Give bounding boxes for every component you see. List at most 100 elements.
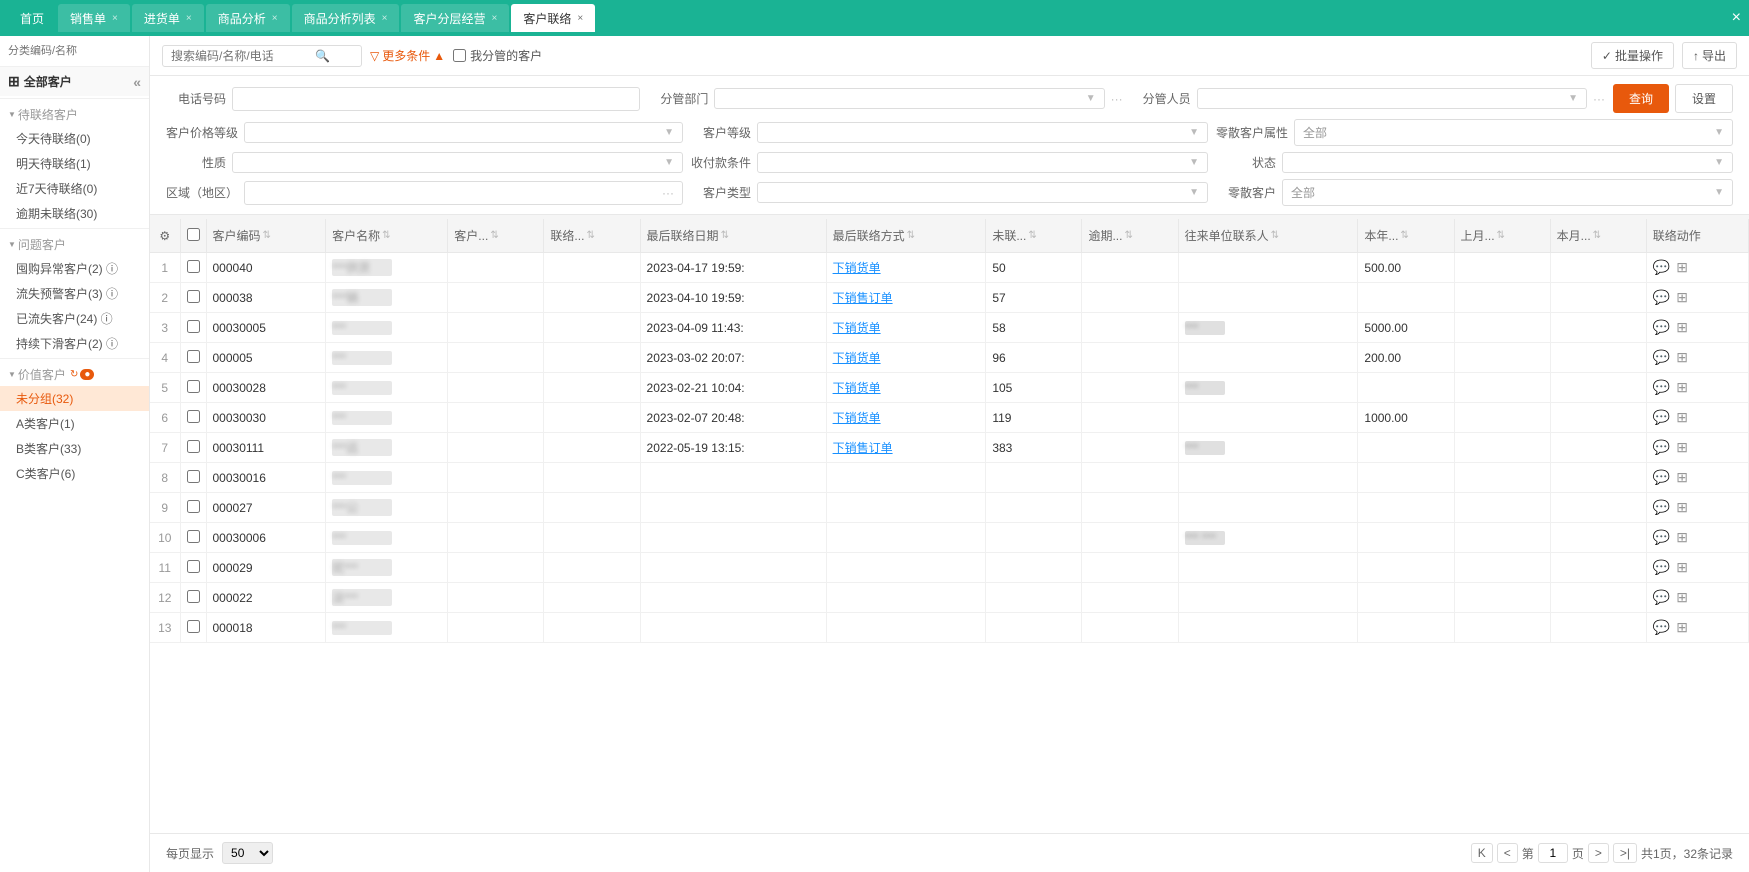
grid-action-icon-7[interactable]: ⊞ [1676, 469, 1688, 486]
row-checkbox-7[interactable] [187, 470, 200, 483]
collapse-icon[interactable]: « [133, 74, 141, 90]
tab-product-analysis-list[interactable]: 商品分析列表 × [292, 4, 400, 32]
phone-input[interactable] [232, 87, 640, 111]
row-cb-5[interactable] [180, 403, 206, 433]
main-search-icon[interactable]: 🔍 [315, 49, 330, 63]
row-checkbox-10[interactable] [187, 560, 200, 573]
col-checkbox[interactable] [180, 219, 206, 253]
grid-action-icon-6[interactable]: ⊞ [1676, 439, 1688, 456]
chat-icon-10[interactable]: 💬 [1653, 559, 1670, 576]
tab-close-product-analysis[interactable]: × [272, 13, 278, 24]
chat-icon-3[interactable]: 💬 [1653, 349, 1670, 366]
sidebar-item-7days[interactable]: 近7天待联络(0) [0, 176, 149, 201]
col-last-method-header[interactable]: 最后联络方式⇅ [826, 219, 986, 253]
region-more-icon[interactable]: ··· [662, 186, 674, 200]
tab-close-product-list[interactable]: × [382, 13, 388, 24]
retail-customer-select[interactable]: 全部 ▼ [1282, 179, 1733, 206]
sidebar-item-c-class[interactable]: C类客户(6) [0, 461, 149, 486]
my-customers-check[interactable] [453, 49, 466, 62]
chat-icon-11[interactable]: 💬 [1653, 589, 1670, 606]
row-checkbox-3[interactable] [187, 350, 200, 363]
sidebar-item-a-class[interactable]: A类客户(1) [0, 411, 149, 436]
grid-action-icon-3[interactable]: ⊞ [1676, 349, 1688, 366]
my-customers-checkbox[interactable]: 我分管的客户 [453, 47, 542, 64]
main-search-input[interactable] [171, 49, 311, 63]
grid-action-icon-1[interactable]: ⊞ [1676, 289, 1688, 306]
chat-icon-0[interactable]: 💬 [1653, 259, 1670, 276]
row-method-0[interactable]: 下销货单 [826, 253, 986, 283]
staff-select[interactable]: ▼ [1197, 88, 1587, 109]
row-cb-4[interactable] [180, 373, 206, 403]
row-method-7[interactable] [826, 463, 986, 493]
row-method-9[interactable] [826, 523, 986, 553]
row-cb-1[interactable] [180, 283, 206, 313]
row-method-10[interactable] [826, 553, 986, 583]
col-last-date-header[interactable]: 最后联络日期⇅ [640, 219, 826, 253]
row-method-1[interactable]: 下销售订单 [826, 283, 986, 313]
row-checkbox-9[interactable] [187, 530, 200, 543]
customer-level-select[interactable]: ▼ [757, 122, 1208, 143]
sidebar-item-declining[interactable]: 持续下滑客户(2) ⓘ [0, 331, 149, 356]
col-overdue-header[interactable]: 逾期...⇅ [1082, 219, 1178, 253]
sidebar-item-churn-warning[interactable]: 流失预警客户(3) ⓘ [0, 281, 149, 306]
row-checkbox-11[interactable] [187, 590, 200, 603]
all-customers-header[interactable]: ⊞ 全部客户 « [0, 67, 149, 96]
grid-action-icon-2[interactable]: ⊞ [1676, 319, 1688, 336]
price-level-select[interactable]: ▼ [244, 122, 683, 143]
col-name-header[interactable]: 客户名称⇅ [326, 219, 448, 253]
row-cb-3[interactable] [180, 343, 206, 373]
col-no-contact-header[interactable]: 未联...⇅ [986, 219, 1082, 253]
chat-icon-9[interactable]: 💬 [1653, 529, 1670, 546]
retail-attr-select[interactable]: 全部 ▼ [1294, 119, 1733, 146]
tab-customer-contact[interactable]: 客户联络 × [511, 4, 595, 32]
chat-icon-6[interactable]: 💬 [1653, 439, 1670, 456]
page-size-select[interactable]: 50 100 200 [222, 842, 273, 864]
grid-action-icon-4[interactable]: ⊞ [1676, 379, 1688, 396]
dept-select[interactable]: ▼ [714, 88, 1104, 109]
export-button[interactable]: ↑ 导出 [1682, 42, 1737, 69]
col-code-header[interactable]: 客户编码⇅ [206, 219, 326, 253]
row-checkbox-2[interactable] [187, 320, 200, 333]
row-cb-7[interactable] [180, 463, 206, 493]
row-method-4[interactable]: 下销货单 [826, 373, 986, 403]
row-method-12[interactable] [826, 613, 986, 643]
sidebar-item-ungroup[interactable]: 未分组(32) [0, 386, 149, 411]
chat-icon-1[interactable]: 💬 [1653, 289, 1670, 306]
row-checkbox-4[interactable] [187, 380, 200, 393]
col-last-month-header[interactable]: 上月...⇅ [1454, 219, 1550, 253]
last-page-button[interactable]: >| [1613, 843, 1637, 863]
grid-action-icon-5[interactable]: ⊞ [1676, 409, 1688, 426]
row-checkbox-1[interactable] [187, 290, 200, 303]
row-cb-2[interactable] [180, 313, 206, 343]
region-select[interactable]: ··· [244, 181, 683, 205]
sidebar-item-overdue[interactable]: 逾期未联络(30) [0, 201, 149, 226]
row-method-8[interactable] [826, 493, 986, 523]
staff-more-icon[interactable]: ··· [1593, 92, 1605, 106]
sidebar-item-today[interactable]: 今天待联络(0) [0, 126, 149, 151]
refresh-icon[interactable]: ↻ [70, 369, 78, 380]
tab-sales[interactable]: 销售单 × [58, 4, 130, 32]
select-all-checkbox[interactable] [187, 228, 200, 241]
grid-action-icon-9[interactable]: ⊞ [1676, 529, 1688, 546]
payment-select[interactable]: ▼ [757, 152, 1208, 173]
row-method-6[interactable]: 下销售订单 [826, 433, 986, 463]
chat-icon-7[interactable]: 💬 [1653, 469, 1670, 486]
grid-action-icon-11[interactable]: ⊞ [1676, 589, 1688, 606]
close-all-icon[interactable]: × [1732, 9, 1741, 27]
chat-icon-2[interactable]: 💬 [1653, 319, 1670, 336]
page-number-input[interactable] [1538, 843, 1568, 863]
tab-home[interactable]: 首页 [8, 10, 56, 27]
sidebar-item-churned[interactable]: 已流失客户(24) ⓘ [0, 306, 149, 331]
col-this-month-header[interactable]: 本月...⇅ [1550, 219, 1646, 253]
row-checkbox-8[interactable] [187, 500, 200, 513]
sidebar-item-abnormal[interactable]: 囤购异常客户(2) ⓘ [0, 256, 149, 281]
reset-button[interactable]: 设置 [1675, 84, 1733, 113]
col-type-header[interactable]: 客户...⇅ [448, 219, 544, 253]
row-checkbox-5[interactable] [187, 410, 200, 423]
tab-close-customer-tier[interactable]: × [491, 13, 497, 24]
col-settings[interactable]: ⚙ [150, 219, 180, 253]
first-page-button[interactable]: K [1471, 843, 1493, 863]
tab-product-analysis[interactable]: 商品分析 × [206, 4, 290, 32]
customer-type-select[interactable]: ▼ [757, 182, 1208, 203]
tab-close-purchase[interactable]: × [186, 13, 192, 24]
